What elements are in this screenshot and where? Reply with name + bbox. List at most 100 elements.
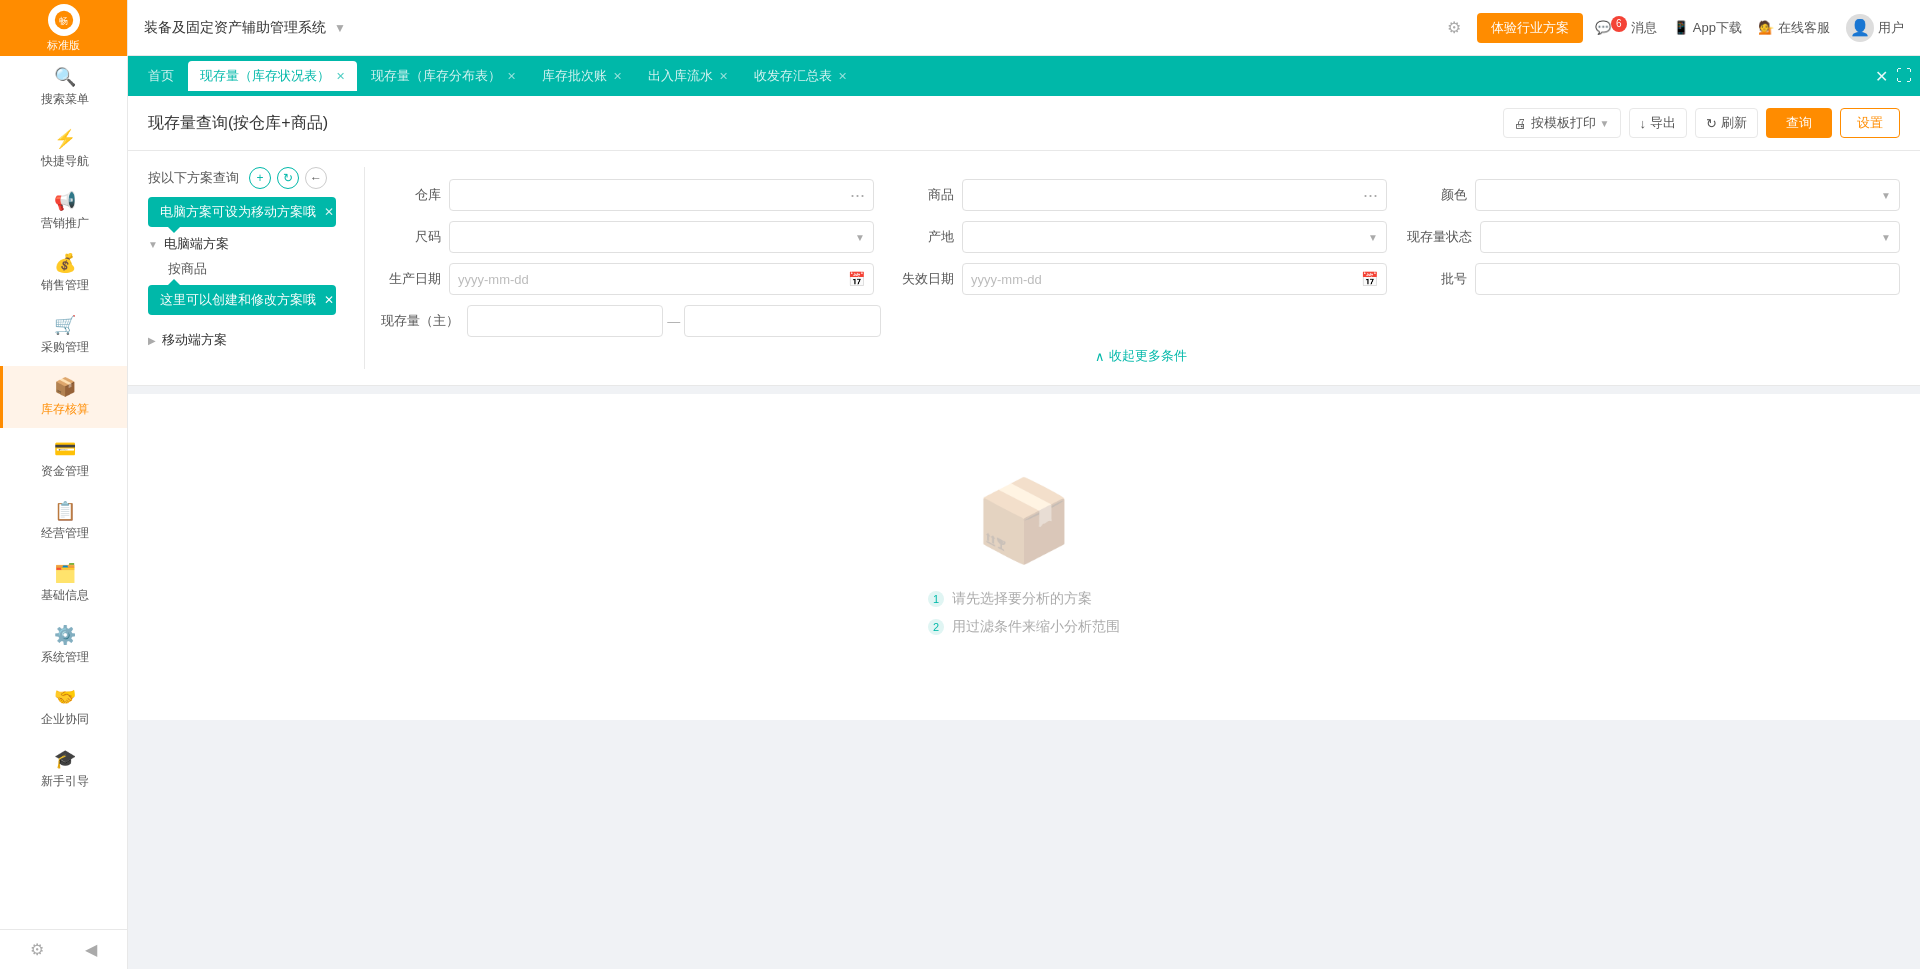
print-icon: 🖨 <box>1514 116 1527 131</box>
sidebar-item-enterprise[interactable]: 🤝 企业协同 <box>0 676 127 738</box>
tooltip1-close[interactable]: ✕ <box>324 205 334 219</box>
sidebar-icon-finance: 💳 <box>54 438 76 460</box>
export-btn[interactable]: ↓ 导出 <box>1629 108 1688 138</box>
sidebar-item-marketing[interactable]: 📢 营销推广 <box>0 180 127 242</box>
sidebar-item-finance[interactable]: 💳 资金管理 <box>0 428 127 490</box>
batch-field: 批号 <box>1407 263 1900 295</box>
sidebar-item-basic-info[interactable]: 🗂️ 基础信息 <box>0 552 127 614</box>
origin-select-arrow: ▼ <box>1368 232 1378 243</box>
close-all-tabs-btn[interactable]: ✕ <box>1875 67 1888 86</box>
tab-label-inventory-status: 现存量（库存状况表） <box>200 67 330 85</box>
refresh-scheme-icon[interactable]: ↻ <box>277 167 299 189</box>
sidebar-item-sales[interactable]: 💰 销售管理 <box>0 242 127 304</box>
tab-batch-account[interactable]: 库存批次账 ✕ <box>530 61 634 91</box>
sidebar-item-system[interactable]: ⚙️ 系统管理 <box>0 614 127 676</box>
tab-close-inventory-dist[interactable]: ✕ <box>507 70 516 83</box>
origin-select[interactable]: ▼ <box>962 221 1387 253</box>
tab-close-in-out-flow[interactable]: ✕ <box>719 70 728 83</box>
collapse-icon[interactable]: ◀ <box>85 940 97 959</box>
sidebar-item-search-menu[interactable]: 🔍 搜索菜单 <box>0 56 127 118</box>
app-download-btn[interactable]: 📱 App下载 <box>1673 19 1742 37</box>
empty-step1: 1 请先选择要分析的方案 <box>928 584 1120 612</box>
back-scheme-icon[interactable]: ← <box>305 167 327 189</box>
stock-status-select[interactable]: ▼ <box>1480 221 1900 253</box>
refresh-label: 刷新 <box>1721 114 1747 132</box>
desktop-scheme-label: 电脑端方案 <box>164 235 229 253</box>
sidebar-icon-guide: 🎓 <box>54 748 76 770</box>
stock-qty-max-input[interactable] <box>684 305 880 337</box>
notification-btn[interactable]: 💬 6 消息 <box>1595 19 1657 37</box>
refresh-btn[interactable]: ↻ 刷新 <box>1695 108 1758 138</box>
warehouse-input[interactable]: ··· <box>449 179 874 211</box>
tab-close-inventory-status[interactable]: ✕ <box>336 70 345 83</box>
sidebar-label-enterprise: 企业协同 <box>41 711 89 728</box>
tab-inventory-dist[interactable]: 现存量（库存分布表） ✕ <box>359 61 528 91</box>
collapse-row[interactable]: ∧ 收起更多条件 <box>381 337 1900 369</box>
collapse-arrow-icon: ∧ <box>1095 349 1105 364</box>
mobile-scheme-item[interactable]: ▶ 移动端方案 <box>148 327 336 353</box>
tooltip1-text: 电脑方案可设为移动方案哦 <box>160 203 316 221</box>
sidebar-label-basic-info: 基础信息 <box>41 587 89 604</box>
filter-row1: 仓库 ··· 商品 ··· <box>381 179 1900 211</box>
tab-label-in-out-flow: 出入库流水 <box>648 67 713 85</box>
prod-date-input[interactable]: yyyy-mm-dd 📅 <box>449 263 874 295</box>
query-btn[interactable]: 查询 <box>1766 108 1832 138</box>
add-scheme-icon[interactable]: + <box>249 167 271 189</box>
sidebar-label-operations: 经营管理 <box>41 525 89 542</box>
tab-collect-summary[interactable]: 收发存汇总表 ✕ <box>742 61 859 91</box>
sidebar-item-operations[interactable]: 📋 经营管理 <box>0 490 127 552</box>
app-download-icon: 📱 <box>1673 20 1689 35</box>
expiry-date-calendar-icon[interactable]: 📅 <box>1361 271 1378 287</box>
tab-close-batch-account[interactable]: ✕ <box>613 70 622 83</box>
set-btn[interactable]: 设置 <box>1840 108 1900 138</box>
origin-field: 产地 ▼ <box>894 221 1387 253</box>
range-dash: — <box>667 314 680 329</box>
sidebar-item-inventory[interactable]: 📦 库存核算 <box>0 366 127 428</box>
notification-label: 消息 <box>1631 19 1657 37</box>
sidebar-item-quick-nav[interactable]: ⚡ 快捷导航 <box>0 118 127 180</box>
sidebar-icon-inventory: 📦 <box>54 376 76 398</box>
prod-date-field: 生产日期 yyyy-mm-dd 📅 <box>381 263 874 295</box>
stock-qty-min-input[interactable] <box>467 305 663 337</box>
fullscreen-btn[interactable]: ⛶ <box>1896 67 1912 85</box>
main-area: 装备及固定资产辅助管理系统 ▼ ⚙ 体验行业方案 💬 6 消息 📱 App下载 … <box>128 0 1920 969</box>
tab-in-out-flow[interactable]: 出入库流水 ✕ <box>636 61 740 91</box>
tooltip2-text: 这里可以创建和修改方案哦 <box>160 291 316 309</box>
scheme-tree: ▼ 电脑端方案 按商品 这里可以创建和修改方案哦 ✕ <box>148 231 336 353</box>
tab-inventory-status[interactable]: 现存量（库存状况表） ✕ <box>188 61 357 91</box>
sidebar-label-sales: 销售管理 <box>41 277 89 294</box>
prod-date-calendar-icon[interactable]: 📅 <box>848 271 865 287</box>
batch-input[interactable] <box>1475 263 1900 295</box>
size-select[interactable]: ▼ <box>449 221 874 253</box>
tab-bar-actions: ✕ ⛶ <box>1875 67 1912 86</box>
sidebar-bottom: ⚙ ◀ <box>0 929 127 969</box>
empty-step2-text: 用过滤条件来缩小分析范围 <box>952 618 1120 634</box>
user-btn[interactable]: 👤 用户 <box>1846 14 1904 42</box>
desktop-scheme-sub-item[interactable]: 按商品 <box>168 257 336 281</box>
color-select[interactable]: ▼ <box>1475 179 1900 211</box>
tooltip2-close[interactable]: ✕ <box>324 293 334 307</box>
industry-btn[interactable]: 体验行业方案 <box>1477 13 1583 43</box>
settings-icon[interactable]: ⚙ <box>30 940 44 959</box>
product-input[interactable]: ··· <box>962 179 1387 211</box>
print-btn[interactable]: 🖨 按模板打印 ▼ <box>1503 108 1621 138</box>
online-service-btn[interactable]: 💁 在线客服 <box>1758 19 1830 37</box>
tooltip1-box: 电脑方案可设为移动方案哦 ✕ <box>148 197 336 227</box>
tab-close-collect-summary[interactable]: ✕ <box>838 70 847 83</box>
warehouse-label: 仓库 <box>381 186 441 204</box>
sidebar-item-purchase[interactable]: 🛒 采购管理 <box>0 304 127 366</box>
sidebar-icon-purchase: 🛒 <box>54 314 76 336</box>
color-select-arrow: ▼ <box>1881 190 1891 201</box>
collapse-text: 收起更多条件 <box>1109 347 1187 365</box>
stock-status-label: 现存量状态 <box>1407 228 1472 246</box>
system-dropdown-icon[interactable]: ▼ <box>334 21 346 35</box>
desktop-scheme-item[interactable]: ▼ 电脑端方案 <box>148 231 336 257</box>
gear-icon[interactable]: ⚙ <box>1447 18 1461 37</box>
size-field: 尺码 ▼ <box>381 221 874 253</box>
sidebar-item-guide[interactable]: 🎓 新手引导 <box>0 738 127 800</box>
expiry-date-input[interactable]: yyyy-mm-dd 📅 <box>962 263 1387 295</box>
step2-num: 2 <box>928 619 944 635</box>
product-ellipsis-icon[interactable]: ··· <box>1363 185 1378 206</box>
warehouse-ellipsis-icon[interactable]: ··· <box>850 185 865 206</box>
tab-home[interactable]: 首页 <box>136 61 186 91</box>
